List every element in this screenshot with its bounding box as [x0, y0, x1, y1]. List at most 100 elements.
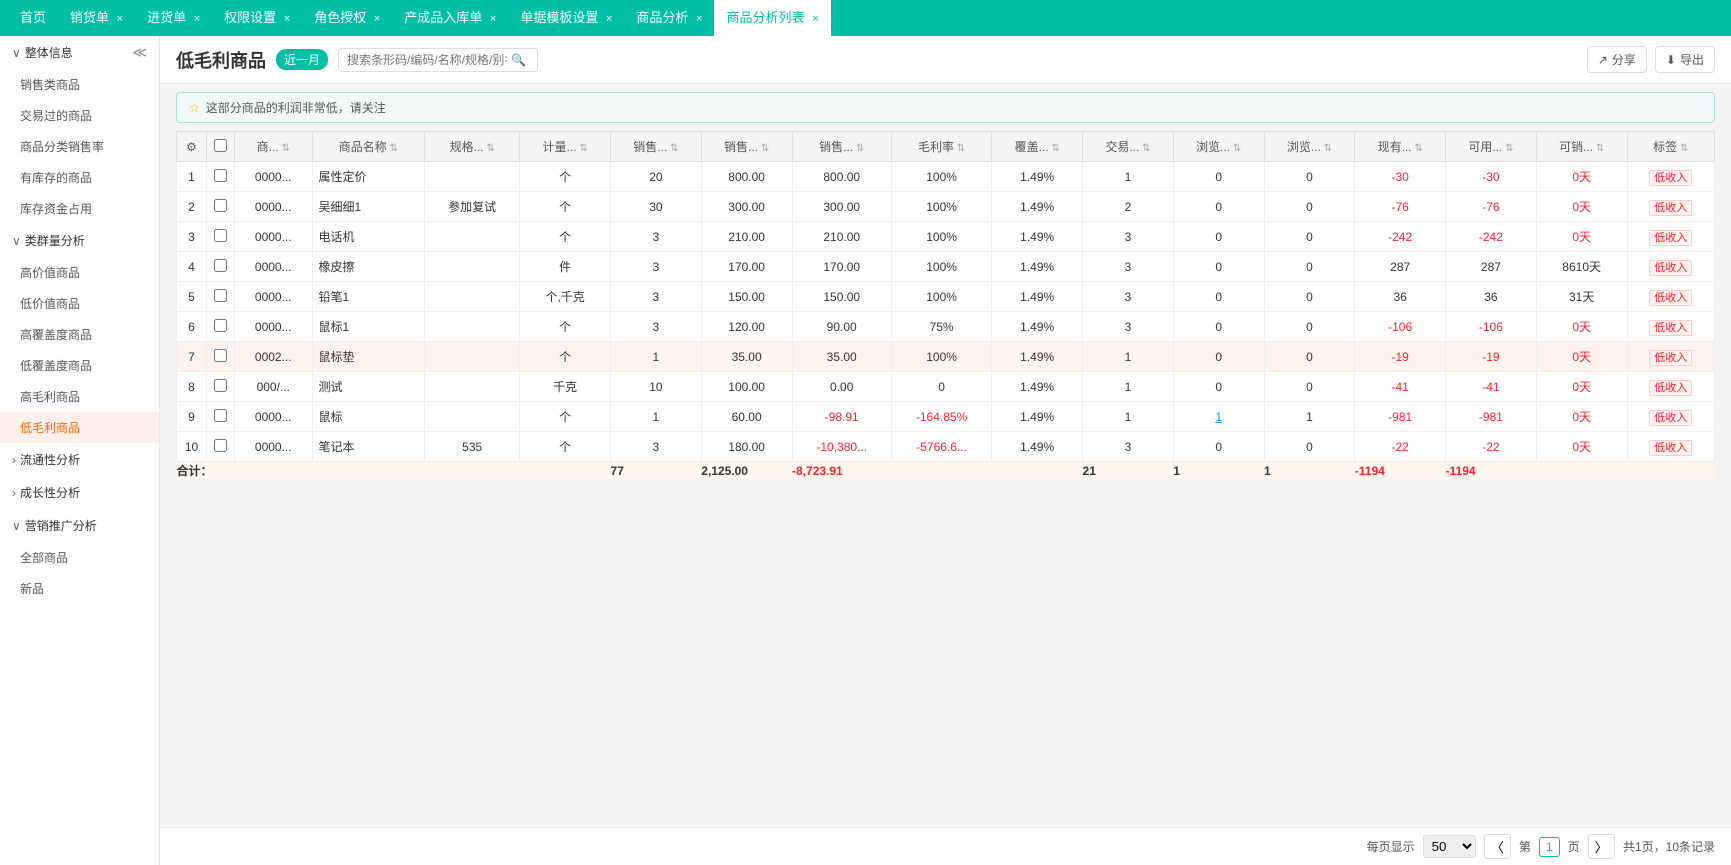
row-views2: 0 [1264, 192, 1355, 222]
col-trade[interactable]: 交易... ⇅ [1083, 132, 1174, 162]
table-row: 5 0000... 铅笔1 个,千克 3 150.00 150.00 100% … [177, 282, 1715, 312]
chevron-down-icon: ∨ [12, 519, 21, 533]
row-select[interactable] [214, 259, 227, 272]
row-checkbox[interactable] [207, 342, 235, 372]
col-sellable[interactable]: 可销... ⇅ [1536, 132, 1627, 162]
close-icon[interactable]: × [606, 13, 612, 25]
sidebar-group-growth[interactable]: › 成长性分析 [0, 476, 159, 509]
sidebar-item-low-value[interactable]: 低价值商品 [0, 288, 159, 319]
col-name[interactable]: 商品名称 ⇅ [312, 132, 425, 162]
row-sales-amount: 300.00 [792, 192, 891, 222]
row-sales-amount: 210.00 [792, 222, 891, 252]
row-select[interactable] [214, 439, 227, 452]
collapse-button[interactable]: ≪ [132, 44, 147, 61]
row-views2: 0 [1264, 372, 1355, 402]
sidebar-item-high-value[interactable]: 高价值商品 [0, 257, 159, 288]
row-checkbox[interactable] [207, 312, 235, 342]
nav-template[interactable]: 单据模板设置 × [508, 0, 624, 36]
col-coverage[interactable]: 覆盖... ⇅ [992, 132, 1083, 162]
close-icon[interactable]: × [284, 13, 290, 25]
row-select[interactable] [214, 169, 227, 182]
sidebar-item-sales-goods[interactable]: 销售类商品 [0, 69, 159, 100]
close-icon[interactable]: × [696, 13, 702, 25]
next-page-button[interactable]: 〉 [1588, 834, 1615, 859]
col-current-stock[interactable]: 现有... ⇅ [1355, 132, 1446, 162]
sidebar-item-stock-capital[interactable]: 库存资金占用 [0, 193, 159, 224]
nav-product-in[interactable]: 产成品入库单 × [392, 0, 508, 36]
row-sales-amount: 150.00 [792, 282, 891, 312]
per-page-select[interactable]: 50 20 100 [1423, 835, 1476, 858]
row-spec [425, 372, 520, 402]
sidebar-item-new-goods[interactable]: 新品 [0, 573, 159, 604]
sidebar-item-low-coverage[interactable]: 低覆盖度商品 [0, 350, 159, 381]
row-select[interactable] [214, 229, 227, 242]
row-sales-qty: 10 [611, 372, 702, 402]
nav-purchase[interactable]: 进货单 × [135, 0, 212, 36]
row-current-stock: -106 [1355, 312, 1446, 342]
nav-role[interactable]: 角色授权 × [302, 0, 392, 36]
row-tag: 低收入 [1627, 222, 1714, 252]
sidebar-group-marketing[interactable]: ∨ 营销推广分析 [0, 509, 159, 542]
row-name: 鼠标1 [312, 312, 425, 342]
nav-home[interactable]: 首页 [8, 0, 58, 36]
col-tag[interactable]: 标签 ⇅ [1627, 132, 1714, 162]
sidebar-group-overall[interactable]: ∨ 整体信息 ≪ [0, 36, 159, 69]
row-unit: 件 [520, 252, 611, 282]
col-gross-margin[interactable]: 毛利率 ⇅ [891, 132, 991, 162]
row-checkbox[interactable] [207, 252, 235, 282]
table-row: 1 0000... 属性定价 个 20 800.00 800.00 100% 1… [177, 162, 1715, 192]
sidebar-item-high-margin[interactable]: 高毛利商品 [0, 381, 159, 412]
nav-sales[interactable]: 销货单 × [58, 0, 135, 36]
close-icon[interactable]: × [812, 13, 818, 25]
row-select[interactable] [214, 409, 227, 422]
export-button[interactable]: ⬇ 导出 [1655, 46, 1715, 73]
row-checkbox[interactable] [207, 432, 235, 462]
col-code[interactable]: 商... ⇅ [235, 132, 313, 162]
sidebar-group-cluster[interactable]: ∨ 类群量分析 [0, 224, 159, 257]
row-checkbox[interactable] [207, 372, 235, 402]
sidebar-item-high-coverage[interactable]: 高覆盖度商品 [0, 319, 159, 350]
sidebar-item-low-margin[interactable]: 低毛利商品 [0, 412, 159, 443]
nav-permission[interactable]: 权限设置 × [212, 0, 302, 36]
row-select[interactable] [214, 199, 227, 212]
col-sales-amount[interactable]: 销售... ⇅ [792, 132, 891, 162]
row-select[interactable] [214, 289, 227, 302]
share-button[interactable]: ↗ 分享 [1587, 46, 1647, 73]
select-all-checkbox[interactable] [214, 139, 227, 152]
col-spec[interactable]: 规格... ⇅ [425, 132, 520, 162]
close-icon[interactable]: × [194, 13, 200, 25]
row-select[interactable] [214, 379, 227, 392]
nav-goods-analysis-list[interactable]: 商品分析列表 × [714, 0, 830, 36]
nav-goods-analysis[interactable]: 商品分析 × [624, 0, 714, 36]
row-checkbox[interactable] [207, 192, 235, 222]
row-checkbox[interactable] [207, 402, 235, 432]
row-checkbox[interactable] [207, 282, 235, 312]
row-checkbox[interactable] [207, 162, 235, 192]
sidebar-item-all-goods[interactable]: 全部商品 [0, 542, 159, 573]
prev-page-button[interactable]: 〈 [1484, 834, 1511, 859]
row-select[interactable] [214, 349, 227, 362]
col-available[interactable]: 可用... ⇅ [1446, 132, 1537, 162]
col-sales-qty[interactable]: 销售... ⇅ [611, 132, 702, 162]
row-tag: 低收入 [1627, 312, 1714, 342]
search-input[interactable] [347, 53, 507, 67]
row-gross-margin: 100% [891, 282, 991, 312]
col-sales-price[interactable]: 销售... ⇅ [701, 132, 792, 162]
sidebar-group-circulation[interactable]: › 流通性分析 [0, 443, 159, 476]
sidebar-item-category-rate[interactable]: 商品分类销售率 [0, 131, 159, 162]
search-icon[interactable]: 🔍 [511, 53, 526, 67]
settings-icon[interactable]: ⚙ [186, 140, 197, 154]
row-checkbox[interactable] [207, 222, 235, 252]
row-select[interactable] [214, 319, 227, 332]
col-views2[interactable]: 浏览... ⇅ [1264, 132, 1355, 162]
close-icon[interactable]: × [374, 13, 380, 25]
close-icon[interactable]: × [490, 13, 496, 25]
col-settings[interactable]: ⚙ [177, 132, 207, 162]
sidebar-item-stocked-goods[interactable]: 有库存的商品 [0, 162, 159, 193]
sidebar-item-traded-goods[interactable]: 交易过的商品 [0, 100, 159, 131]
date-badge[interactable]: 近一月 [276, 49, 328, 70]
close-icon[interactable]: × [117, 13, 123, 25]
col-checkbox[interactable] [207, 132, 235, 162]
col-views1[interactable]: 浏览... ⇅ [1173, 132, 1264, 162]
col-unit[interactable]: 计量... ⇅ [520, 132, 611, 162]
